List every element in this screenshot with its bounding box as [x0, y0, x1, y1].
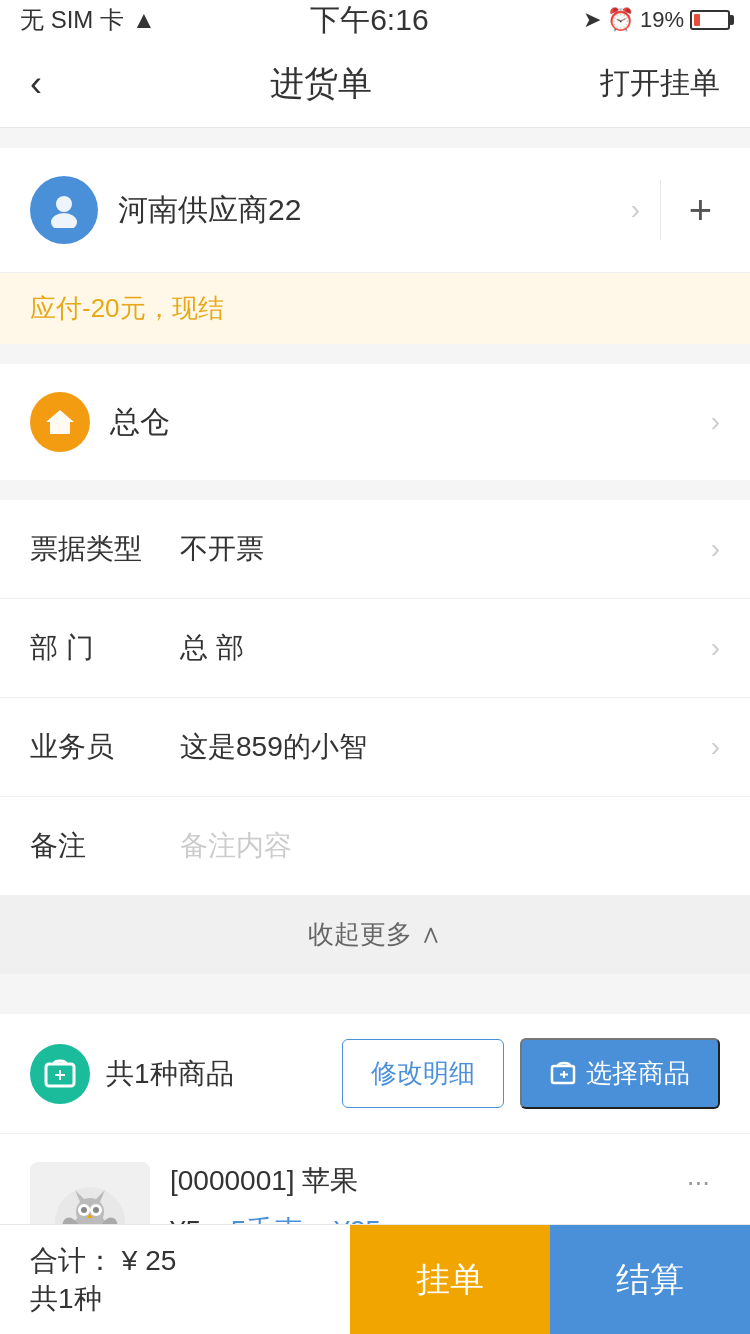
- suspend-label: 挂单: [416, 1257, 484, 1303]
- supplier-avatar: [30, 176, 98, 244]
- ticket-type-label: 票据类型: [30, 530, 160, 568]
- back-button[interactable]: ‹: [30, 63, 42, 105]
- total-section: 合计： ¥ 25 共1种: [0, 1225, 350, 1334]
- suspend-button[interactable]: 挂单: [350, 1225, 550, 1334]
- status-bar: 无 SIM 卡 ▲ 下午6:16 ➤ ⏰ 19%: [0, 0, 750, 40]
- svg-point-0: [56, 196, 72, 212]
- alarm-icon: ⏰: [607, 7, 634, 33]
- shopping-cart-icon: [550, 1060, 578, 1088]
- warning-banner: 应付-20元，现结: [0, 273, 750, 344]
- svg-marker-2: [46, 410, 74, 434]
- product-header: 共1种商品 修改明细 选择商品: [0, 1014, 750, 1133]
- more-options-button[interactable]: ···: [677, 1162, 720, 1202]
- supplier-card: 河南供应商22 › + 应付-20元，现结: [0, 148, 750, 344]
- remark-row[interactable]: 备注 备注内容: [0, 797, 750, 895]
- page-title: 进货单: [270, 61, 372, 107]
- status-right: ➤ ⏰ 19%: [583, 7, 730, 33]
- department-row[interactable]: 部 门 总 部 ›: [0, 599, 750, 698]
- salesperson-value: 这是859的小智: [160, 728, 711, 766]
- section-divider-1: [0, 128, 750, 148]
- product-title: 苹果: [302, 1165, 358, 1196]
- salesperson-label: 业务员: [30, 728, 160, 766]
- location-icon: ➤: [583, 7, 601, 33]
- svg-point-17: [93, 1207, 99, 1213]
- add-supplier-button[interactable]: +: [660, 180, 720, 240]
- collapse-label: 收起更多 ∧: [308, 919, 441, 949]
- carrier-text: 无 SIM 卡: [20, 4, 124, 36]
- department-label: 部 门: [30, 629, 160, 667]
- battery-percent: 19%: [640, 7, 684, 33]
- warehouse-name: 总仓: [110, 402, 711, 443]
- salesperson-chevron-icon: ›: [711, 731, 720, 763]
- person-icon: [46, 192, 82, 228]
- total-amount: ¥ 25: [122, 1245, 177, 1276]
- total-label: 合计：: [30, 1245, 114, 1276]
- supplier-name: 河南供应商22: [118, 190, 631, 231]
- department-chevron-icon: ›: [711, 632, 720, 664]
- bottom-bar: 合计： ¥ 25 共1种 挂单 结算: [0, 1224, 750, 1334]
- remark-label: 备注: [30, 827, 160, 865]
- svg-point-16: [81, 1207, 87, 1213]
- form-section: 票据类型 不开票 › 部 门 总 部 › 业务员 这是859的小智 › 备注 备…: [0, 500, 750, 895]
- supplier-chevron-icon: ›: [631, 194, 640, 226]
- status-left: 无 SIM 卡 ▲: [20, 4, 156, 36]
- warehouse-row[interactable]: 总仓 ›: [0, 364, 750, 480]
- supplier-row[interactable]: 河南供应商22 › +: [0, 148, 750, 273]
- svg-point-1: [51, 213, 77, 228]
- salesperson-row[interactable]: 业务员 这是859的小智 ›: [0, 698, 750, 797]
- checkout-label: 结算: [616, 1257, 684, 1303]
- warehouse-icon: [30, 392, 90, 452]
- product-name: [0000001] 苹果: [170, 1162, 657, 1200]
- section-divider-3: [0, 974, 750, 994]
- ticket-type-chevron-icon: ›: [711, 533, 720, 565]
- house-icon: [44, 406, 76, 438]
- cart-icon-small: [42, 1056, 78, 1092]
- checkout-button[interactable]: 结算: [550, 1225, 750, 1334]
- edit-detail-button[interactable]: 修改明细: [342, 1039, 504, 1108]
- department-value: 总 部: [160, 629, 711, 667]
- battery-icon: [690, 10, 730, 30]
- open-pending-button[interactable]: 打开挂单: [600, 63, 720, 104]
- nav-bar: ‹ 进货单 打开挂单: [0, 40, 750, 128]
- total-row: 合计： ¥ 25: [30, 1242, 320, 1280]
- product-code: [0000001]: [170, 1165, 295, 1196]
- select-product-button[interactable]: 选择商品: [520, 1038, 720, 1109]
- total-count: 共1种: [30, 1280, 320, 1318]
- wifi-icon: ▲: [132, 6, 156, 34]
- remark-input[interactable]: 备注内容: [160, 827, 720, 865]
- ticket-type-row[interactable]: 票据类型 不开票 ›: [0, 500, 750, 599]
- ticket-type-value: 不开票: [160, 530, 711, 568]
- product-count-text: 共1种商品: [106, 1055, 326, 1093]
- section-divider-2: [0, 344, 750, 364]
- product-icon: [30, 1044, 90, 1104]
- warehouse-chevron-icon: ›: [711, 406, 720, 438]
- select-product-label: 选择商品: [586, 1056, 690, 1091]
- status-time: 下午6:16: [310, 0, 428, 41]
- warehouse-card: 总仓 ›: [0, 364, 750, 480]
- collapse-button[interactable]: 收起更多 ∧: [0, 895, 750, 974]
